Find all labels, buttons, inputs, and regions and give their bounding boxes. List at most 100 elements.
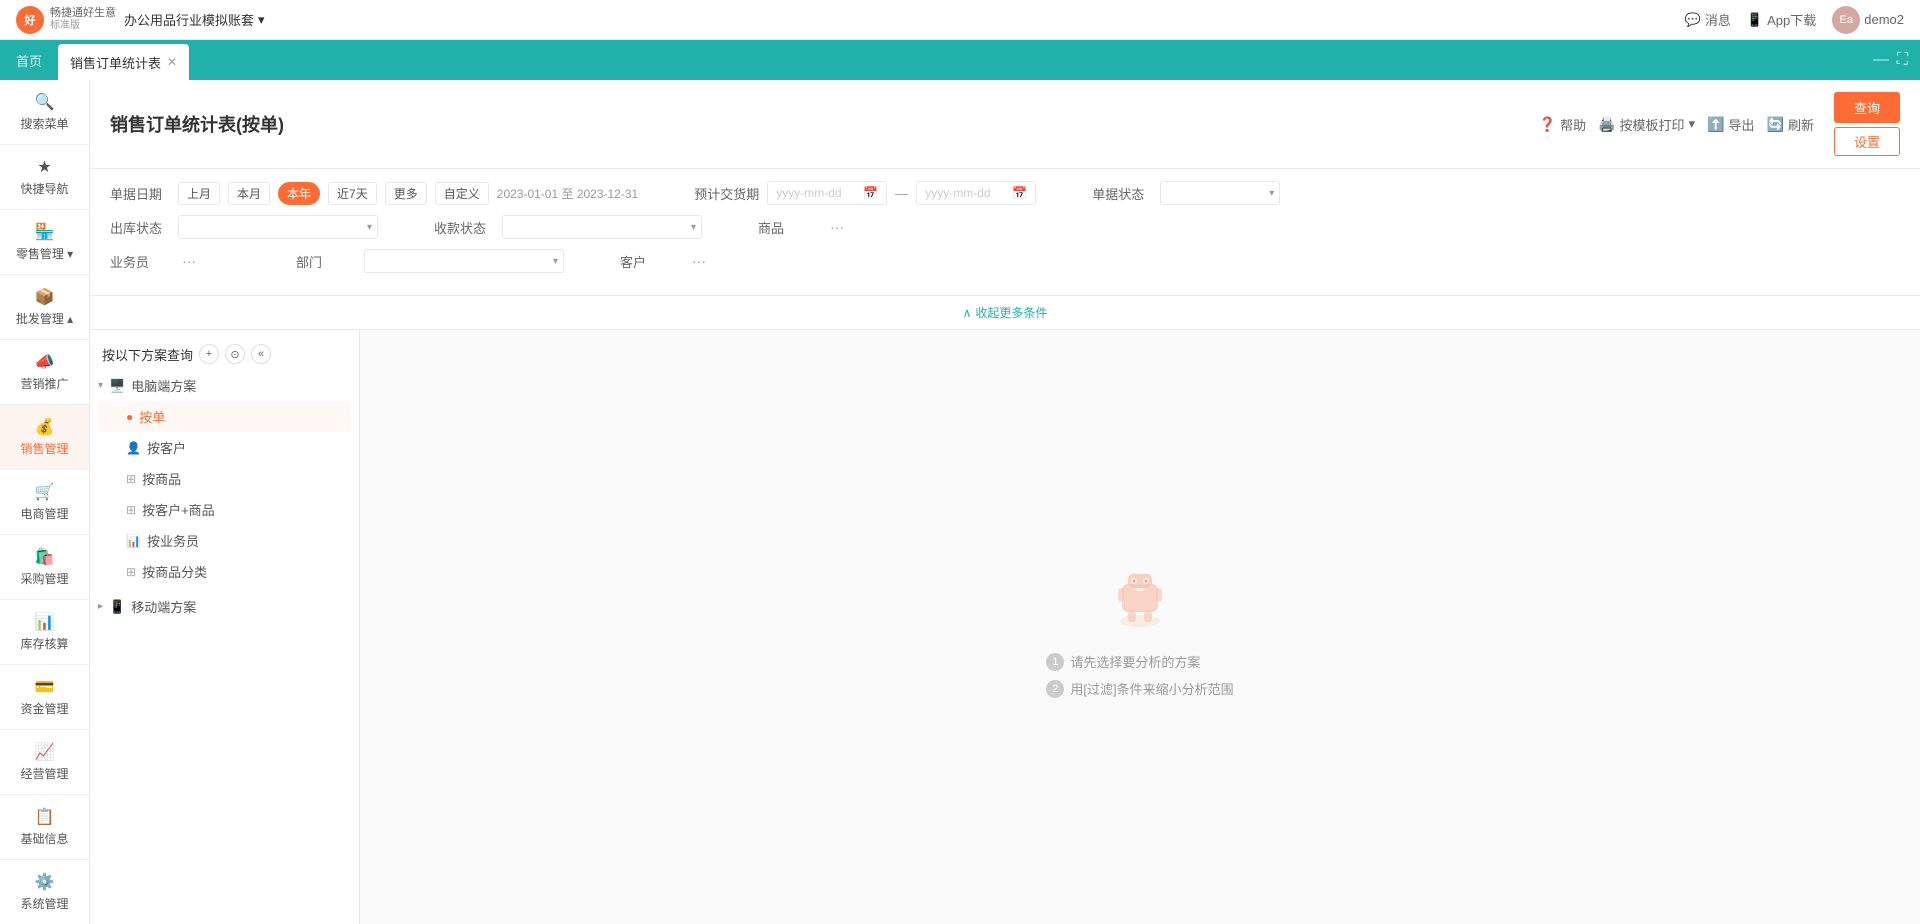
sidebar-item-retail[interactable]: 🏪 零售管理 ▾ (0, 210, 89, 275)
sidebar-item-finance[interactable]: 💳 资金管理 (0, 665, 89, 730)
collapse-btn[interactable]: ∧ 收起更多条件 (963, 304, 1048, 321)
scheme-item-by-customer-label: 按客户 (147, 438, 186, 457)
date-btn-this-year[interactable]: 本年 (278, 182, 320, 205)
export-btn[interactable]: ⬆️ 导出 (1707, 115, 1754, 134)
scheme-item-by-order[interactable]: ● 按单 (98, 401, 351, 432)
app-icon: 📱 (1747, 12, 1763, 28)
tab-minimize-btn[interactable]: — (1873, 51, 1889, 69)
delivery-date-end[interactable]: yyyy-mm-dd 📅 (916, 181, 1036, 205)
user-area[interactable]: Ea demo2 (1832, 6, 1904, 34)
scheme-collapse-btn[interactable]: « (251, 344, 271, 364)
customer-ellipsis-btn[interactable]: ··· (688, 249, 710, 273)
scheme-item-by-goodscat[interactable]: ⊞ 按商品分类 (98, 556, 351, 587)
scheme-copy-btn[interactable]: ⊙ (225, 344, 245, 364)
content-area: 销售订单统计表(按单) ❓ 帮助 🖨️ 按模板打印 ▾ ⬆️ 导出 🔄 刷新 (90, 80, 1920, 924)
sidebar-item-purchase-label: 采购管理 (20, 570, 68, 587)
scheme-group-mobile-header[interactable]: ▸ 📱 移动端方案 (90, 591, 359, 622)
date-range-display: 2023-01-01 至 2023-12-31 (497, 185, 638, 202)
scheme-item-by-staff[interactable]: 📊 按业务员 (98, 525, 351, 556)
tab-sales-order-stat[interactable]: 销售订单统计表 ✕ (58, 44, 189, 80)
sidebar-item-search-label: 搜索菜单 (20, 115, 68, 132)
scheme-add-btn[interactable]: + (199, 344, 219, 364)
tab-home[interactable]: 首页 (0, 40, 58, 80)
sidebar-item-ecommerce[interactable]: 🛒 电商管理 (0, 470, 89, 535)
sidebar-item-purchase[interactable]: 🛍️ 采购管理 (0, 535, 89, 600)
date-btn-more[interactable]: 更多 (385, 182, 427, 205)
tip-num-2: 2 (1046, 680, 1064, 698)
delivery-date-start[interactable]: yyyy-mm-dd 📅 (767, 181, 887, 205)
scheme-item-by-customer-goods[interactable]: ⊞ 按客户+商品 (98, 494, 351, 525)
query-btn[interactable]: 查询 (1834, 92, 1900, 123)
sidebar-item-system[interactable]: ⚙️ 系统管理 (0, 860, 89, 924)
status-label: 单据状态 (1092, 184, 1152, 203)
out-status-select-wrap: ▾ (178, 215, 378, 239)
date-btn-last-month[interactable]: 上月 (178, 182, 220, 205)
scheme-item-by-order-label: 按单 (139, 407, 165, 426)
out-status-select[interactable] (178, 215, 378, 239)
quicknav-icon: ★ (37, 157, 51, 177)
date-filter-label: 单据日期 (110, 184, 170, 203)
goods-ellipsis-btn[interactable]: ··· (826, 215, 848, 239)
tab-home-label: 首页 (16, 51, 42, 70)
date-btn-custom[interactable]: 自定义 (435, 182, 489, 205)
receipt-status-label: 收款状态 (434, 218, 494, 237)
tab-maximize-btn[interactable]: ⛶ (1897, 51, 1908, 69)
sidebar-item-inventory[interactable]: 📊 库存核算 (0, 600, 89, 665)
pc-group-icon: 🖥️ (109, 378, 125, 394)
sales-icon: 💰 (35, 417, 55, 437)
by-goods-icon: ⊞ (126, 472, 136, 486)
sidebar-item-system-label: 系统管理 (20, 895, 68, 912)
sidebar-item-ecommerce-label: 电商管理 (20, 505, 68, 522)
retail-icon: 🏪 (35, 222, 55, 242)
app-download-btn[interactable]: 📱 App下载 (1747, 10, 1816, 29)
refresh-btn[interactable]: 🔄 刷新 (1767, 115, 1814, 134)
sidebar-item-marketing[interactable]: 📣 营销推广 (0, 340, 89, 405)
template-print-btn[interactable]: 🖨️ 按模板打印 ▾ (1598, 115, 1695, 134)
sidebar-item-quicknav-label: 快捷导航 (20, 180, 68, 197)
sidebar-item-basics[interactable]: 📋 基础信息 (0, 795, 89, 860)
app-download-label: App下载 (1767, 10, 1816, 29)
help-btn[interactable]: ❓ 帮助 (1539, 115, 1586, 134)
sidebar-item-operations[interactable]: 📈 经营管理 (0, 730, 89, 795)
empty-tips: 1 请先选择要分析的方案 2 用[过滤]条件来缩小分析范围 (1046, 652, 1233, 698)
company-selector[interactable]: 办公用品行业模拟账套 ▾ (124, 10, 265, 29)
delivery-label: 预计交货期 (694, 184, 759, 203)
scheme-item-by-customer[interactable]: 👤 按客户 (98, 432, 351, 463)
collapse-chevron-icon: ∧ (963, 306, 972, 320)
sidebar-item-search[interactable]: 🔍 搜索菜单 (0, 80, 89, 145)
sidebar-item-wholesale[interactable]: 📦 批发管理 ▴ (0, 275, 89, 340)
sidebar-item-inventory-label: 库存核算 (20, 635, 68, 652)
scheme-item-by-goods-label: 按商品 (142, 469, 181, 488)
scheme-item-by-goods[interactable]: ⊞ 按商品 (98, 463, 351, 494)
scheme-item-by-goodscat-label: 按商品分类 (142, 562, 207, 581)
purchase-icon: 🛍️ (35, 547, 55, 567)
empty-illustration (1100, 556, 1180, 636)
date-btn-this-month[interactable]: 本月 (228, 182, 270, 205)
tab-close-icon[interactable]: ✕ (167, 55, 177, 69)
mobile-group-arrow-icon: ▸ (98, 601, 103, 612)
sidebar-item-quicknav[interactable]: ★ 快捷导航 (0, 145, 89, 210)
sidebar-item-retail-label: 零售管理 ▾ (16, 245, 73, 262)
sidebar-item-sales[interactable]: 💰 销售管理 (0, 405, 89, 470)
status-select[interactable] (1160, 181, 1280, 205)
by-cg-icon: ⊞ (126, 503, 136, 517)
top-bar-left: 好 畅捷通好生意 标准版 办公用品行业模拟账套 ▾ (16, 6, 265, 34)
date-btn-7days[interactable]: 近7天 (328, 182, 377, 205)
dept-label: 部门 (296, 252, 356, 271)
scheme-group-pc: ▾ 🖥️ 电脑端方案 ● 按单 👤 按客户 (90, 370, 359, 587)
basics-icon: 📋 (35, 807, 55, 827)
finance-icon: 💳 (35, 677, 55, 697)
sidebar-item-marketing-label: 营销推广 (20, 375, 68, 392)
setting-btn[interactable]: 设置 (1834, 127, 1900, 156)
sidebar-item-wholesale-label: 批发管理 ▴ (16, 310, 73, 327)
scheme-item-by-staff-label: 按业务员 (147, 531, 199, 550)
by-order-icon: ● (126, 410, 133, 424)
scheme-group-pc-header[interactable]: ▾ 🖥️ 电脑端方案 (90, 370, 359, 401)
messages-btn[interactable]: 💬 消息 (1685, 10, 1731, 29)
tab-bar-actions: — ⛶ (1873, 51, 1920, 69)
goods-label: 商品 (758, 218, 818, 237)
logo-text: 畅捷通好生意 标准版 (50, 7, 116, 32)
dept-select[interactable] (364, 249, 564, 273)
receipt-status-select[interactable] (502, 215, 702, 239)
staff-ellipsis-btn[interactable]: ··· (178, 249, 200, 273)
